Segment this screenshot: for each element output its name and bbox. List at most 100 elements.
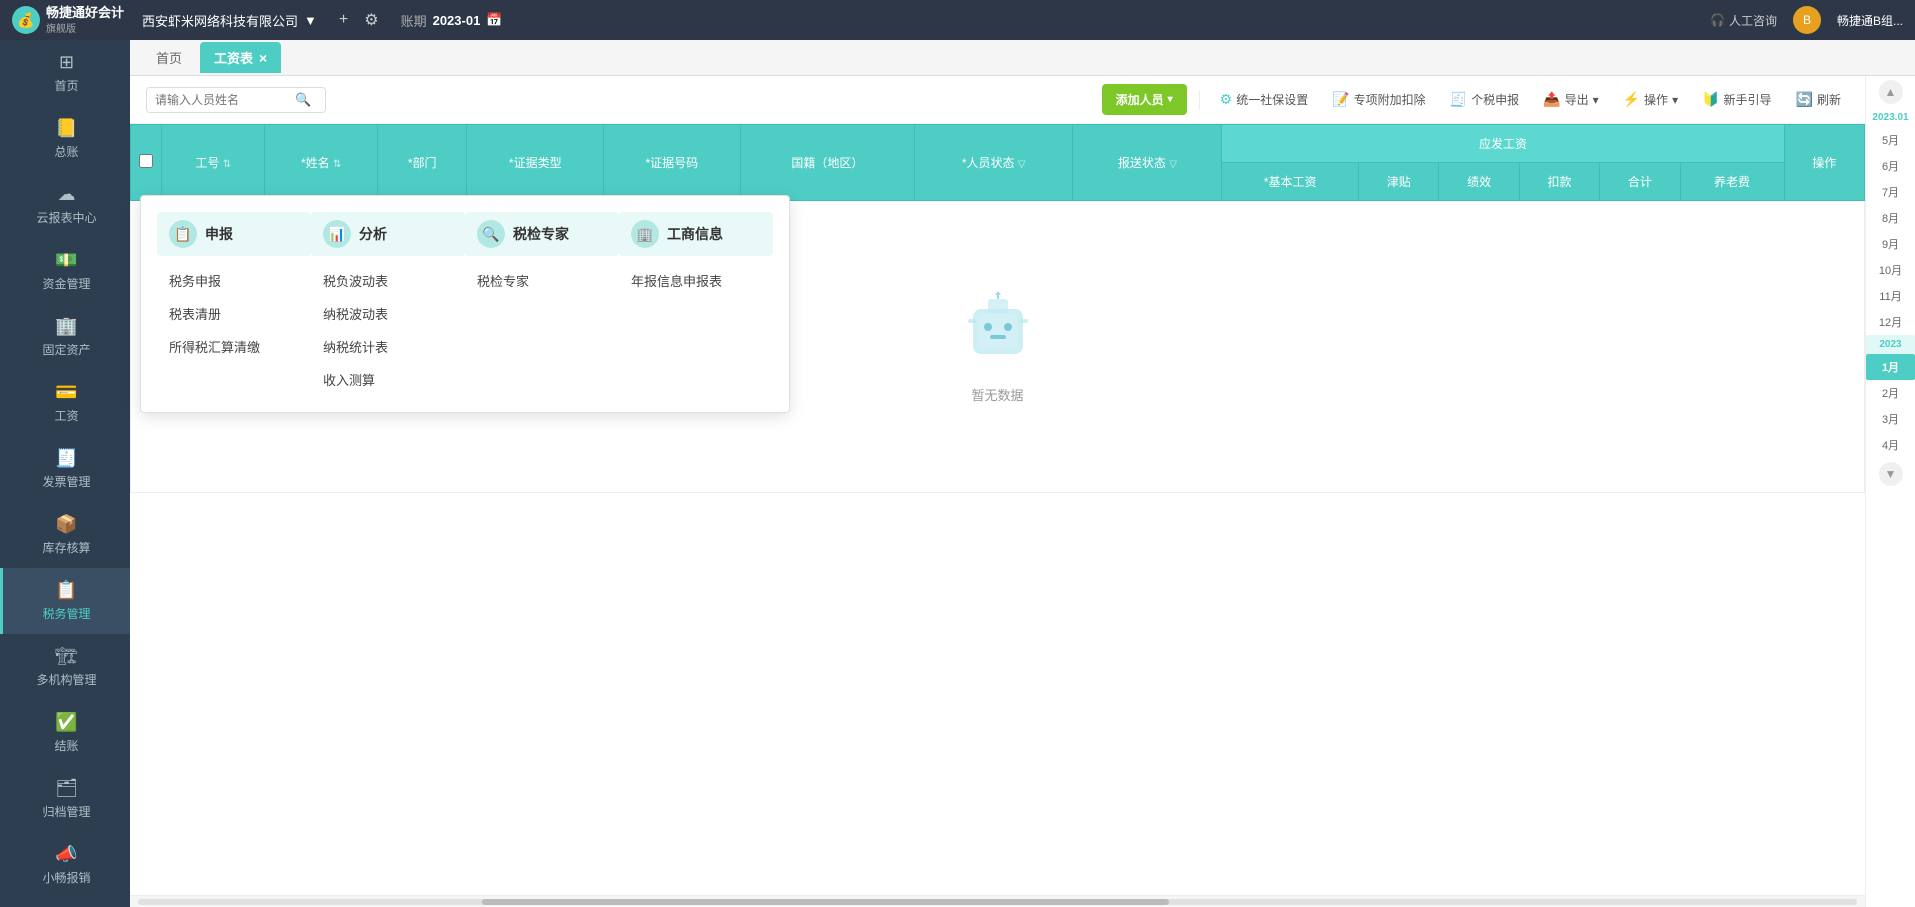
timeline-up-btn[interactable]: ▲ — [1879, 80, 1903, 104]
operate-icon: ⚡ — [1623, 91, 1640, 108]
guide-btn[interactable]: 🔰 新手引导 — [1694, 87, 1779, 112]
timeline-down-btn[interactable]: ▼ — [1879, 462, 1903, 486]
help-btn[interactable]: 🎧 人工咨询 — [1710, 12, 1777, 29]
sort-name-icon[interactable]: ⇅ — [333, 159, 341, 170]
th-region: 国籍（地区） — [740, 125, 914, 201]
sidebar-item-salary[interactable]: 💳 工资 — [0, 370, 130, 436]
sidebar-item-cloud[interactable]: ☁ 云报表中心 — [0, 172, 130, 238]
popup-item-tax-wave[interactable]: 纳税波动表 — [311, 297, 465, 330]
sidebar-item-invoice[interactable]: 🧾 发票管理 — [0, 436, 130, 502]
timeline-month-12[interactable]: 12月 — [1866, 309, 1915, 335]
timeline-month-7[interactable]: 7月 — [1866, 179, 1915, 205]
timeline-month-6[interactable]: 6月 — [1866, 153, 1915, 179]
special-deduct-btn[interactable]: 📝 专项附加扣除 — [1324, 87, 1433, 112]
sidebar-item-archive[interactable]: 🗂 归档管理 — [0, 766, 130, 832]
settings-btn[interactable]: ⚙ — [362, 8, 380, 32]
sidebar-item-assets[interactable]: 🏢 固定资产 — [0, 304, 130, 370]
timeline-month-mar[interactable]: 3月 — [1866, 406, 1915, 432]
declare-title: 申报 — [205, 224, 233, 244]
logo-icon: 💰 — [12, 6, 40, 34]
analysis-icon: 📊 — [323, 220, 351, 248]
search-icon[interactable]: 🔍 — [295, 92, 311, 108]
refresh-btn[interactable]: 🔄 刷新 — [1788, 87, 1849, 112]
popup-item-tax-stat[interactable]: 纳税统计表 — [311, 330, 465, 363]
popup-item-tax-burden[interactable]: 税负波动表 — [311, 264, 465, 297]
timeline-month-9[interactable]: 9月 — [1866, 231, 1915, 257]
timeline-month-10[interactable]: 10月 — [1866, 257, 1915, 283]
popup-item-tax-list[interactable]: 税表清册 — [157, 297, 311, 330]
personal-tax-icon: 🧾 — [1450, 91, 1467, 108]
popup-col-declare: 📋 申报 税务申报 税表清册 所得税汇算清缴 — [157, 212, 311, 396]
sidebar-item-checkout[interactable]: ✅ 结账 — [0, 700, 130, 766]
biz-info-title: 工商信息 — [667, 224, 723, 244]
declare-icon: 📋 — [169, 220, 197, 248]
sidebar-label-invoice: 发票管理 — [42, 473, 90, 490]
add-company-btn[interactable]: + — [337, 9, 350, 31]
ledger-icon: 📒 — [55, 118, 77, 139]
select-all-checkbox[interactable] — [139, 154, 153, 168]
timeline-month-5[interactable]: 5月 — [1866, 127, 1915, 153]
search-input[interactable] — [155, 93, 295, 107]
horizontal-scrollbar[interactable] — [130, 895, 1865, 907]
sidebar-item-fund[interactable]: 💵 资金管理 — [0, 238, 130, 304]
timeline-year-header: 2023.01 — [1872, 108, 1908, 127]
sidebar-item-marketing[interactable]: 📣 小畅报销 — [0, 832, 130, 898]
scroll-thumb[interactable] — [482, 899, 1170, 905]
sidebar-item-ledger[interactable]: 📒 总账 — [0, 106, 130, 172]
tab-home[interactable]: 首页 — [142, 42, 196, 73]
sidebar-item-basic[interactable]: ⚙ 基础设置 — [0, 898, 130, 907]
export-btn[interactable]: 📤 导出 ▾ — [1535, 87, 1606, 112]
app-title: 畅捷通好会计 — [46, 5, 124, 21]
toolbar: 🔍 添加人员 ▾ ⚙ 统一社保设置 📝 专项附加扣除 — [130, 76, 1865, 124]
popup-col-tax-expert: 🔍 税检专家 税检专家 — [465, 212, 619, 396]
sidebar-item-home[interactable]: ⊞ 首页 — [0, 40, 130, 106]
sidebar-label-marketing: 小畅报销 — [42, 869, 90, 886]
sidebar-label-multi: 多机构管理 — [36, 671, 96, 688]
timeline-month-11[interactable]: 11月 — [1866, 283, 1915, 309]
cloud-icon: ☁ — [58, 184, 76, 205]
timeline-month-feb[interactable]: 2月 — [1866, 380, 1915, 406]
sidebar: ⊞ 首页 📒 总账 ☁ 云报表中心 💵 资金管理 🏢 固定资产 💳 工资 🧾 发… — [0, 40, 130, 907]
popup-item-income-tax[interactable]: 所得税汇算清缴 — [157, 330, 311, 363]
company-selector[interactable]: 西安虾米网络科技有限公司 ▼ — [142, 11, 317, 30]
th-status: *人员状态 ▽ — [915, 125, 1073, 201]
personal-tax-btn[interactable]: 🧾 个税申报 — [1442, 87, 1527, 112]
popup-item-annual-report[interactable]: 年报信息申报表 — [619, 264, 773, 297]
user-avatar: B — [1793, 6, 1821, 34]
filter-submit-icon[interactable]: ▽ — [1169, 159, 1177, 170]
popup-header-biz-info: 🏢 工商信息 — [619, 212, 773, 256]
add-person-label: 添加人员 — [1116, 91, 1164, 108]
filter-status-icon[interactable]: ▽ — [1018, 159, 1026, 170]
assets-icon: 🏢 — [55, 316, 77, 337]
sidebar-item-tax[interactable]: 📋 税务管理 — [0, 568, 130, 634]
social-security-btn[interactable]: ⚙ 统一社保设置 — [1212, 87, 1317, 112]
social-security-icon: ⚙ — [1220, 91, 1233, 108]
timeline-month-8[interactable]: 8月 — [1866, 205, 1915, 231]
tab-salary-label: 工资表 — [214, 48, 253, 67]
tab-salary-close[interactable]: × — [259, 50, 267, 66]
timeline-month-apr[interactable]: 4月 — [1866, 432, 1915, 458]
period-value[interactable]: 2023-01 — [433, 13, 481, 28]
sidebar-label-home: 首页 — [54, 77, 78, 94]
popup-header-tax-expert: 🔍 税检专家 — [465, 212, 619, 256]
sidebar-item-multi[interactable]: 🏗 多机构管理 — [0, 634, 130, 700]
salary-icon: 💳 — [55, 382, 77, 403]
tab-salary-table[interactable]: 工资表 × — [200, 42, 281, 73]
add-person-button[interactable]: 添加人员 ▾ — [1102, 84, 1187, 115]
operate-btn[interactable]: ⚡ 操作 ▾ — [1615, 87, 1686, 112]
biz-info-icon: 🏢 — [631, 220, 659, 248]
timeline-month-jan[interactable]: 1月 — [1866, 354, 1915, 380]
user-name[interactable]: 畅捷通B组... — [1837, 12, 1903, 29]
sidebar-item-inventory[interactable]: 📦 库存核算 — [0, 502, 130, 568]
popup-item-tax-declare[interactable]: 税务申报 — [157, 264, 311, 297]
th-number: 工号 ⇅ — [162, 125, 265, 201]
th-id-no: *证据号码 — [604, 125, 741, 201]
popup-header-analysis: 📊 分析 — [311, 212, 465, 256]
th-deduct: 扣款 — [1519, 163, 1599, 201]
popup-item-tax-expert[interactable]: 税检专家 — [465, 264, 619, 297]
popup-item-income-calc[interactable]: 收入测算 — [311, 363, 465, 396]
export-dropdown: ▾ — [1593, 93, 1599, 107]
sort-number-icon[interactable]: ⇅ — [223, 159, 231, 170]
calendar-icon[interactable]: 📅 — [486, 12, 502, 28]
add-dropdown-arrow: ▾ — [1168, 94, 1173, 105]
